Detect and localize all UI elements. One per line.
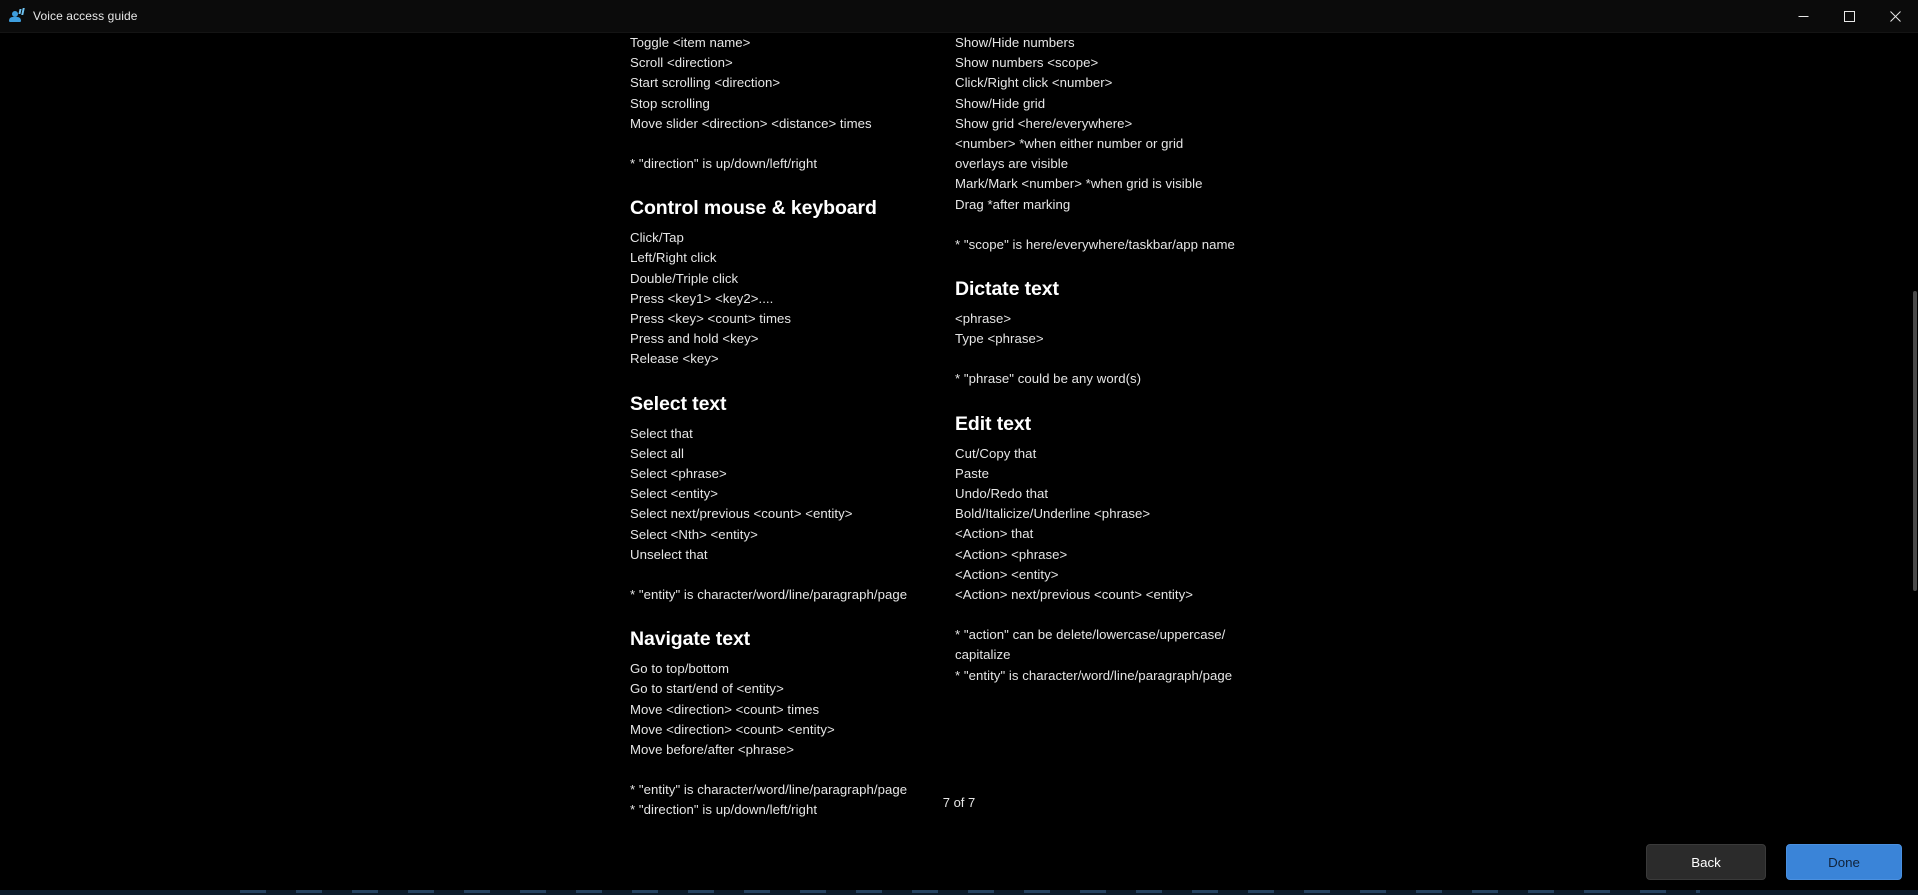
command-item: Show/Hide numbers (955, 35, 1075, 50)
command-item: Double/Triple click (630, 270, 739, 286)
maximize-button[interactable] (1826, 0, 1872, 32)
command-item: Select <Nth> <entity> (630, 526, 758, 542)
navigate-text-command-list: Go to top/bottom Go to start/end of <ent… (630, 659, 960, 760)
command-item: Go to top/bottom (630, 661, 730, 677)
command-item: Show/Hide grid (955, 95, 1046, 111)
command-item: Start scrolling <direction> (630, 75, 781, 91)
footnote: * "phrase" could be any word(s) (955, 371, 1142, 387)
command-item: Toggle <item name> (630, 35, 751, 50)
command-item: Select all (630, 445, 685, 461)
voice-access-icon (8, 8, 25, 24)
dialog-footer: Back Done (0, 828, 1918, 895)
footnote: * "entity" is character/word/line/paragr… (630, 587, 908, 603)
vertical-scrollbar[interactable] (1912, 33, 1918, 833)
command-item: Select next/previous <count> <entity> (630, 506, 853, 522)
command-item: Show grid <here/everywhere> (955, 115, 1133, 131)
command-item: Click/Right click <number> (955, 75, 1113, 91)
command-item: Move <direction> <count> times (630, 701, 820, 717)
command-item: Move <direction> <count> <entity> (630, 721, 835, 737)
command-item: Stop scrolling (630, 95, 710, 111)
command-item: Press <key> <count> times (630, 311, 792, 327)
command-item: Paste (955, 465, 989, 481)
command-item: Cut/Copy that (955, 445, 1037, 461)
command-item: overlays are visible (955, 156, 1069, 172)
command-item: Unselect that (630, 546, 708, 562)
command-item: Show numbers <scope> (955, 55, 1099, 71)
footnote: * "direction" is up/down/left/right (630, 156, 818, 172)
command-item: Mark/Mark <number> *when grid is visible (955, 176, 1203, 192)
edit-text-command-list: Cut/Copy that Paste Undo/Redo that Bold/… (955, 444, 1285, 606)
command-item: Left/Right click (630, 250, 717, 266)
section-heading-navigate-text: Navigate text (630, 628, 751, 651)
footnote: * "action" can be delete/lowercase/upper… (955, 627, 1226, 643)
command-item: Select <entity> (630, 486, 718, 502)
footnote: capitalize (955, 647, 1011, 663)
command-item: Go to start/end of <entity> (630, 681, 784, 697)
page-indicator: 7 of 7 (942, 795, 976, 810)
taskbar-items-strip (240, 890, 1700, 893)
command-item: <phrase> (955, 311, 1012, 327)
section-heading-dictate-text: Dictate text (955, 278, 1059, 301)
command-item: Select <phrase> (630, 466, 727, 482)
command-item: Bold/Italicize/Underline <phrase> (955, 506, 1151, 522)
command-item: Move slider <direction> <distance> times (630, 115, 872, 131)
command-item: Type <phrase> (955, 331, 1044, 347)
right-command-column: Show/Hide numbers Show numbers <scope> C… (955, 33, 1285, 686)
command-item: Select that (630, 425, 693, 441)
footnote: * "entity" is character/word/line/paragr… (955, 667, 1233, 683)
command-item: <Action> <entity> (955, 566, 1059, 582)
minimize-icon (1798, 15, 1808, 17)
maximize-icon (1843, 10, 1855, 22)
command-item: <Action> that (955, 526, 1034, 542)
scrollbar-thumb[interactable] (1913, 291, 1917, 591)
control-mouse-keyboard-command-list: Click/Tap Left/Right click Double/Triple… (630, 228, 960, 369)
done-button[interactable]: Done (1786, 844, 1902, 880)
close-icon (1889, 10, 1901, 22)
command-item: <Action> <phrase> (955, 546, 1068, 562)
guide-content: Toggle <item name> Scroll <direction> St… (0, 33, 1918, 833)
left-command-column: Toggle <item name> Scroll <direction> St… (630, 33, 960, 821)
command-item: <Action> next/previous <count> <entity> (955, 587, 1194, 603)
command-item: Move before/after <phrase> (630, 742, 795, 758)
command-item: Press and hold <key> (630, 331, 759, 347)
title-bar: Voice access guide (0, 0, 1918, 33)
section-heading-select-text: Select text (630, 392, 727, 415)
back-button[interactable]: Back (1646, 844, 1766, 880)
left-top-command-list: Toggle <item name> Scroll <direction> St… (630, 33, 960, 134)
footnote: * "scope" is here/everywhere/taskbar/app… (955, 236, 1235, 252)
close-button[interactable] (1872, 0, 1918, 32)
window-title: Voice access guide (33, 8, 138, 23)
command-item: Press <key1> <key2>.... (630, 290, 774, 306)
command-item: Click/Tap (630, 230, 684, 246)
command-item: Undo/Redo that (955, 486, 1049, 502)
section-heading-edit-text: Edit text (955, 412, 1032, 435)
command-item: Scroll <direction> (630, 55, 733, 71)
right-top-command-list: Show/Hide numbers Show numbers <scope> C… (955, 33, 1285, 215)
select-text-command-list: Select that Select all Select <phrase> S… (630, 424, 960, 565)
command-item: Release <key> (630, 351, 719, 367)
command-item: <number> *when either number or grid (955, 136, 1184, 152)
section-heading-control-mouse-keyboard: Control mouse & keyboard (630, 197, 877, 220)
minimize-button[interactable] (1780, 0, 1826, 32)
command-item: Drag *after marking (955, 196, 1071, 212)
dictate-text-command-list: <phrase> Type <phrase> (955, 309, 1285, 349)
